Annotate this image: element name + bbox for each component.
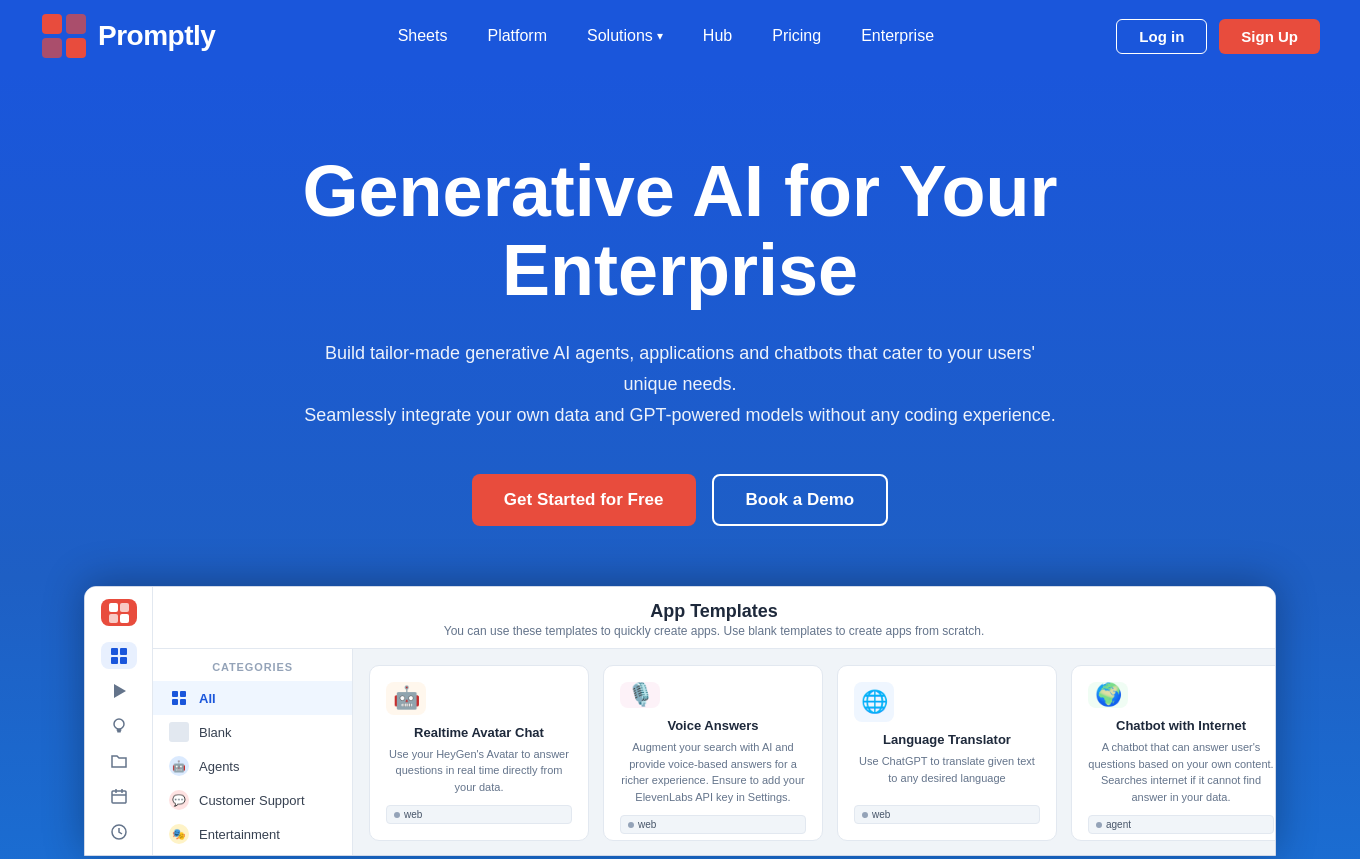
svg-rect-21 bbox=[172, 691, 178, 697]
nav-platform[interactable]: Platform bbox=[471, 19, 563, 53]
badge-dot-0 bbox=[394, 812, 400, 818]
logo[interactable]: Promptly bbox=[40, 12, 215, 60]
app-header: App Templates You can use these template… bbox=[153, 587, 1275, 649]
sidebar-play-icon[interactable] bbox=[101, 677, 137, 704]
app-main: App Templates You can use these template… bbox=[153, 587, 1275, 856]
all-icon bbox=[169, 688, 189, 708]
book-demo-button[interactable]: Book a Demo bbox=[712, 474, 889, 526]
template-badge-3: agent bbox=[1088, 815, 1274, 834]
svg-point-13 bbox=[114, 719, 124, 729]
hero-heading: Generative AI for Your Enterprise bbox=[230, 152, 1130, 310]
svg-rect-6 bbox=[109, 614, 118, 623]
hero-section: Generative AI for Your Enterprise Build … bbox=[0, 72, 1360, 859]
badge-dot-3 bbox=[1096, 822, 1102, 828]
svg-rect-8 bbox=[111, 648, 118, 655]
template-desc-1: Augment your search with AI and provide … bbox=[620, 739, 806, 805]
hero-subtext: Build tailor-made generative AI agents, … bbox=[300, 338, 1060, 430]
nav-enterprise[interactable]: Enterprise bbox=[845, 19, 950, 53]
svg-rect-11 bbox=[120, 657, 127, 664]
template-title-1: Voice Answers bbox=[620, 718, 806, 733]
svg-rect-0 bbox=[42, 14, 62, 34]
svg-rect-10 bbox=[111, 657, 118, 664]
sidebar-grid-icon[interactable] bbox=[101, 642, 137, 669]
template-card-0[interactable]: 🤖 Realtime Avatar Chat Use your HeyGen's… bbox=[369, 665, 589, 841]
get-started-button[interactable]: Get Started for Free bbox=[472, 474, 696, 526]
svg-rect-2 bbox=[42, 38, 62, 58]
nav-actions: Log in Sign Up bbox=[1116, 19, 1320, 54]
templates-grid: 🤖 Realtime Avatar Chat Use your HeyGen's… bbox=[353, 649, 1275, 856]
app-content: CATEGORIES All B bbox=[153, 649, 1275, 856]
nav-sheets[interactable]: Sheets bbox=[382, 19, 464, 53]
app-sidebar bbox=[85, 587, 153, 856]
sidebar-bulb-icon[interactable] bbox=[101, 713, 137, 740]
template-desc-3: A chatbot that can answer user's questio… bbox=[1088, 739, 1274, 805]
category-agents[interactable]: 🤖 Agents bbox=[153, 749, 352, 783]
category-customer-support[interactable]: 💬 Customer Support bbox=[153, 783, 352, 817]
app-subtitle: You can use these templates to quickly c… bbox=[173, 624, 1255, 638]
template-title-3: Chatbot with Internet bbox=[1088, 718, 1274, 733]
svg-rect-14 bbox=[116, 729, 121, 731]
template-badge-0: web bbox=[386, 805, 572, 824]
entertainment-icon: 🎭 bbox=[169, 824, 189, 844]
categories-panel: CATEGORIES All B bbox=[153, 649, 353, 856]
svg-rect-3 bbox=[66, 38, 86, 58]
template-title-0: Realtime Avatar Chat bbox=[386, 725, 572, 740]
nav-solutions[interactable]: Solutions ▾ bbox=[571, 19, 679, 53]
category-entertainment[interactable]: 🎭 Entertainment bbox=[153, 817, 352, 851]
logo-text: Promptly bbox=[98, 20, 215, 52]
template-desc-0: Use your HeyGen's Avatar to answer quest… bbox=[386, 746, 572, 796]
chevron-down-icon: ▾ bbox=[657, 29, 663, 43]
svg-rect-24 bbox=[180, 699, 186, 705]
blank-icon bbox=[169, 722, 189, 742]
sidebar-folder-icon[interactable] bbox=[101, 748, 137, 775]
nav-pricing[interactable]: Pricing bbox=[756, 19, 837, 53]
template-icon-3: 🌍 bbox=[1088, 682, 1128, 708]
svg-rect-4 bbox=[109, 603, 118, 612]
template-icon-1: 🎙️ bbox=[620, 682, 660, 708]
template-badge-1: web bbox=[620, 815, 806, 834]
support-icon: 💬 bbox=[169, 790, 189, 810]
sidebar-logo[interactable] bbox=[101, 599, 137, 626]
navbar: Promptly Sheets Platform Solutions ▾ Hub… bbox=[0, 0, 1360, 72]
template-title-2: Language Translator bbox=[854, 732, 1040, 747]
template-card-3[interactable]: 🌍 Chatbot with Internet A chatbot that c… bbox=[1071, 665, 1275, 841]
category-blank[interactable]: Blank bbox=[153, 715, 352, 749]
categories-title: CATEGORIES bbox=[153, 661, 352, 681]
svg-rect-9 bbox=[120, 648, 127, 655]
nav-links: Sheets Platform Solutions ▾ Hub Pricing … bbox=[382, 19, 950, 53]
agents-icon: 🤖 bbox=[169, 756, 189, 776]
svg-rect-1 bbox=[66, 14, 86, 34]
sidebar-calendar-icon[interactable] bbox=[101, 783, 137, 810]
logo-icon bbox=[40, 12, 88, 60]
svg-marker-12 bbox=[114, 684, 126, 698]
svg-rect-7 bbox=[120, 614, 129, 623]
svg-rect-5 bbox=[120, 603, 129, 612]
login-button[interactable]: Log in bbox=[1116, 19, 1207, 54]
svg-rect-23 bbox=[172, 699, 178, 705]
template-icon-0: 🤖 bbox=[386, 682, 426, 715]
nav-hub[interactable]: Hub bbox=[687, 19, 748, 53]
app-title: App Templates bbox=[173, 601, 1255, 622]
sidebar-logo-icon bbox=[108, 602, 130, 624]
template-card-2[interactable]: 🌐 Language Translator Use ChatGPT to tra… bbox=[837, 665, 1057, 841]
sidebar-clock-icon[interactable] bbox=[101, 818, 137, 845]
template-desc-2: Use ChatGPT to translate given text to a… bbox=[854, 753, 1040, 795]
svg-rect-15 bbox=[117, 731, 121, 733]
badge-dot-2 bbox=[862, 812, 868, 818]
hero-buttons: Get Started for Free Book a Demo bbox=[20, 474, 1340, 526]
svg-rect-16 bbox=[112, 791, 126, 803]
badge-dot-1 bbox=[628, 822, 634, 828]
svg-rect-22 bbox=[180, 691, 186, 697]
template-badge-2: web bbox=[854, 805, 1040, 824]
category-all[interactable]: All bbox=[153, 681, 352, 715]
signup-button[interactable]: Sign Up bbox=[1219, 19, 1320, 54]
template-card-1[interactable]: 🎙️ Voice Answers Augment your search wit… bbox=[603, 665, 823, 841]
app-preview: App Templates You can use these template… bbox=[84, 586, 1276, 856]
template-icon-2: 🌐 bbox=[854, 682, 894, 722]
